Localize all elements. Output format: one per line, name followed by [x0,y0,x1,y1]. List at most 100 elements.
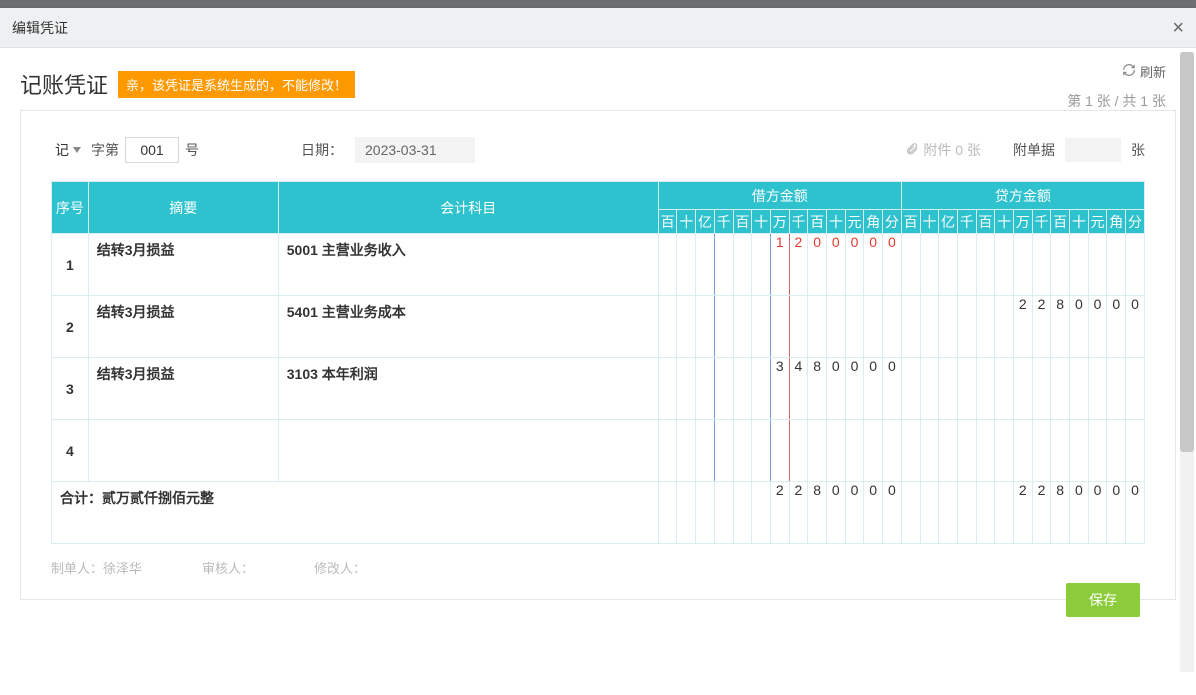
row-summary[interactable]: 结转3月损益 [88,296,278,358]
readonly-tip-badge: 亲，该凭证是系统生成的，不能修改！ [118,71,355,98]
digit-cell [976,358,995,420]
row-account[interactable]: 3103 本年利润 [278,358,658,420]
voucher-number-input[interactable] [125,137,179,163]
row-account[interactable]: 5401 主营业务成本 [278,296,658,358]
save-button[interactable]: 保存 [1066,583,1140,617]
digit-cell [864,420,883,482]
th-digit: 千 [957,210,976,234]
top-right-controls: 刷新 第 1 张 / 共 1 张 [1067,62,1166,111]
digit-cell [957,358,976,420]
table-row[interactable]: 3结转3月损益3103 本年利润3480000 [52,358,1145,420]
digit-cell [789,296,808,358]
th-digit: 十 [920,210,939,234]
digit-cell [696,296,715,358]
digit-cell [995,358,1014,420]
row-seq: 2 [52,296,89,358]
digit-cell [1032,358,1051,420]
table-row[interactable]: 1结转3月损益5001 主营业务收入1200000 [52,234,1145,296]
digit-cell [1107,234,1126,296]
digit-cell [920,358,939,420]
digit-cell [714,482,733,544]
digit-cell: 2 [1032,296,1051,358]
digit-cell [957,234,976,296]
page-count: 第 1 张 / 共 1 张 [1067,91,1166,111]
page-title: 记账凭证 [20,68,108,100]
people-row: 制单人：徐泽华 审核人： 修改人： [51,558,1145,577]
refresh-button[interactable]: 刷新 [1122,62,1166,81]
date-label: 日期： [301,140,343,160]
voucher-type-select[interactable]: 记 [51,138,85,162]
digit-cell [901,296,920,358]
digit-cell: 0 [1126,482,1145,544]
digit-cell [1032,234,1051,296]
digit-cell [696,358,715,420]
digit-cell [920,296,939,358]
digit-cell: 0 [883,234,902,296]
th-digit: 亿 [939,210,958,234]
title-row: 记账凭证 亲，该凭证是系统生成的，不能修改！ [20,68,1176,100]
digit-cell [976,420,995,482]
th-digit: 角 [864,210,883,234]
attachment-count-input[interactable] [1065,138,1121,162]
digit-cell [658,234,677,296]
digit-cell [658,296,677,358]
digit-cell [995,296,1014,358]
date-input[interactable] [355,137,475,163]
voucher-dialog: 编辑凭证 × 记账凭证 亲，该凭证是系统生成的，不能修改！ 刷新 第 1 张 /… [0,8,1196,695]
digit-cell [733,358,752,420]
digit-cell [826,420,845,482]
row-summary[interactable] [88,420,278,482]
digit-cell [901,358,920,420]
row-summary[interactable]: 结转3月损益 [88,358,278,420]
digit-cell [883,420,902,482]
digit-cell: 0 [864,358,883,420]
chevron-down-icon [73,147,81,153]
th-digit: 万 [1013,210,1032,234]
digit-cell [883,296,902,358]
digit-cell [939,234,958,296]
digit-cell: 0 [845,234,864,296]
digit-cell [677,234,696,296]
total-row: 合计：贰万贰仟捌佰元整 2280000 2280000 [52,482,1145,544]
scrollbar-thumb[interactable] [1180,52,1194,452]
th-digit: 亿 [696,210,715,234]
digit-cell [696,420,715,482]
digit-cell [826,296,845,358]
digit-cell [901,420,920,482]
digit-cell: 2 [770,482,789,544]
th-account: 会计科目 [278,182,658,234]
digit-cell: 2 [1032,482,1051,544]
table-row[interactable]: 4 [52,420,1145,482]
digit-cell [1013,234,1032,296]
paperclip-icon [905,142,919,159]
digit-cell [845,420,864,482]
digit-cell: 0 [1107,296,1126,358]
table-row[interactable]: 2结转3月损益5401 主营业务成本2280000 [52,296,1145,358]
digit-cell [864,296,883,358]
th-digit: 百 [733,210,752,234]
th-digit: 十 [826,210,845,234]
row-account[interactable] [278,420,658,482]
digit-cell [995,482,1014,544]
digit-cell [808,420,827,482]
digit-cell [677,296,696,358]
digit-cell [1088,358,1107,420]
digit-cell [714,358,733,420]
digit-cell: 0 [826,234,845,296]
digit-cell [957,420,976,482]
row-summary[interactable]: 结转3月损益 [88,234,278,296]
digit-cell [1070,358,1089,420]
row-account[interactable]: 5001 主营业务收入 [278,234,658,296]
digit-cell [696,234,715,296]
total-label: 合计：贰万贰仟捌佰元整 [52,482,659,544]
th-digit: 百 [976,210,995,234]
attachment-link[interactable]: 附件 0 张 [905,140,981,160]
digit-cell [733,482,752,544]
th-digit: 千 [1032,210,1051,234]
th-credit: 贷方金额 [901,182,1144,210]
close-icon[interactable]: × [1172,18,1184,38]
digit-cell [920,482,939,544]
voucher-card: 记 字第 号 日期： 附件 0 张 附单据 [20,110,1176,600]
row-seq: 4 [52,420,89,482]
digit-cell [658,420,677,482]
